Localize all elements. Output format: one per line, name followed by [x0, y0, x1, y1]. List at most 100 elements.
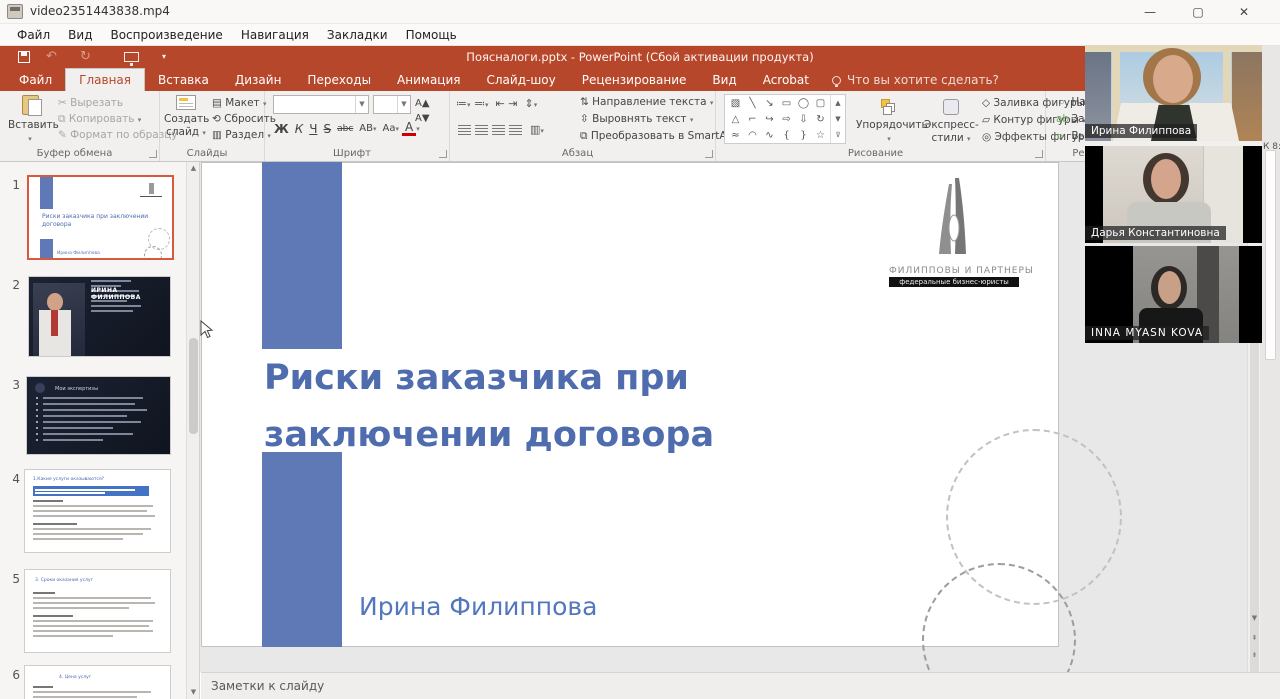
numbering-button[interactable]: ≕▾	[474, 97, 489, 110]
font-color-button[interactable]: А	[401, 121, 417, 136]
thumbnail-scrollbar[interactable]: ▲ ▼	[186, 162, 199, 699]
menu-help[interactable]: Помощь	[397, 28, 466, 42]
tab-review[interactable]: Рецензирование	[569, 69, 700, 91]
bullets-button[interactable]: ≔▾	[456, 97, 471, 110]
slide-thumbnail-2[interactable]: ИРИНА ФИЛИППОВА	[28, 276, 171, 357]
cut-button[interactable]: ✂ Вырезать	[58, 97, 123, 109]
thumb-heading: 1.Какие услуги оказываются?	[33, 477, 105, 482]
slide-accent-bar-top	[262, 162, 342, 349]
shapes-gallery-scroll[interactable]: ▲ ▼ ⊽	[830, 95, 845, 143]
slide-thumbnail-panel[interactable]: 1 Риски заказчика при заключении договора…	[0, 162, 200, 699]
bold-button[interactable]: Ж	[271, 122, 292, 136]
group-label-paragraph: Абзац	[561, 148, 594, 159]
layout-button[interactable]: ▤ Макет ▾	[212, 97, 267, 109]
underline-button[interactable]: Ч	[306, 122, 320, 136]
dialog-launcher-icon[interactable]	[439, 150, 447, 158]
slide-thumbnail-1[interactable]: Риски заказчика при заключении договора И…	[27, 175, 174, 260]
tab-home[interactable]: Главная	[65, 68, 145, 91]
decor-circle	[922, 563, 1076, 699]
minimize-button[interactable]: —	[1130, 0, 1170, 24]
paragraph-row-1: ≔▾ ≕▾ ⇤ ⇥ ⇕▾	[456, 97, 537, 110]
tab-insert[interactable]: Вставка	[145, 69, 222, 91]
grow-font-button[interactable]: А▲	[415, 98, 430, 109]
dialog-launcher-icon[interactable]	[1035, 150, 1043, 158]
menu-navigation[interactable]: Навигация	[232, 28, 318, 42]
decrease-indent-button[interactable]: ⇤	[496, 97, 505, 110]
section-button[interactable]: ▥ Раздел ▾	[212, 129, 271, 141]
player-window-title: video2351443838.mp4	[30, 4, 170, 18]
arrange-icon	[881, 99, 897, 115]
italic-button[interactable]: К	[292, 122, 307, 136]
font-name-combo[interactable]: ▼	[273, 95, 369, 114]
menu-file[interactable]: Файл	[8, 28, 59, 42]
align-text-button[interactable]: ⇳ Выровнять текст ▾	[580, 113, 693, 125]
quick-styles-button[interactable]: Экспресс-стили ▾	[924, 99, 979, 146]
player-titlebar: video2351443838.mp4 — ▢ ✕	[0, 0, 1280, 24]
clear-formatting-button[interactable]: abc	[334, 124, 356, 134]
menu-playback[interactable]: Воспроизведение	[101, 28, 231, 42]
maximize-button[interactable]: ▢	[1178, 0, 1218, 24]
tell-me-box[interactable]: Что вы хотите сделать?	[822, 69, 1009, 91]
group-label-drawing: Рисование	[847, 148, 904, 159]
thumb-title: Риски заказчика при заключении договора	[42, 213, 149, 228]
copy-button[interactable]: ⧉ Копировать ▾	[58, 113, 141, 126]
text-direction-button[interactable]: ⇅ Направление текста ▾	[580, 96, 713, 108]
current-slide[interactable]: Риски заказчика при заключении договора …	[201, 162, 1122, 699]
paste-icon	[21, 95, 42, 116]
notes-pane[interactable]: Заметки к слайду	[201, 672, 1280, 699]
thumb-heading: Мои экспертизы	[55, 386, 99, 392]
screen: video2351443838.mp4 — ▢ ✕ Файл Вид Воспр…	[0, 0, 1280, 699]
shapes-gallery[interactable]: ▧ ╲ ↘ ▭ ◯ ▢ △ ⌐ ↪ ⇨ ⇩ ↻ ≈ ◠ ∿{} ☆ ▲ ▼ ⊽	[724, 94, 846, 144]
change-case-button[interactable]: Аа▾	[380, 123, 402, 134]
align-left-icon[interactable]	[458, 124, 471, 135]
align-right-icon[interactable]	[492, 124, 505, 135]
tab-slideshow[interactable]: Слайд-шоу	[474, 69, 569, 91]
slide-thumbnail-3[interactable]: Мои экспертизы	[26, 376, 171, 455]
columns-button[interactable]: ▥▾	[530, 123, 544, 136]
notes-placeholder: Заметки к слайду	[211, 679, 325, 693]
slide-thumbnail-6[interactable]: 4. Цена услуг	[24, 665, 171, 699]
slide-number: 2	[12, 278, 20, 292]
previous-slide-button[interactable]: ⇞	[1248, 632, 1261, 645]
align-center-icon[interactable]	[475, 124, 488, 135]
scroll-up-icon[interactable]: ▲	[187, 162, 200, 175]
new-slide-button[interactable]: Создать слайд ▾	[164, 95, 209, 140]
tab-acrobat[interactable]: Acrobat	[750, 69, 822, 91]
dialog-launcher-icon[interactable]	[149, 150, 157, 158]
justify-icon[interactable]	[509, 124, 522, 135]
slide-subtitle[interactable]: Ирина Филиппова	[359, 592, 597, 621]
menu-bookmarks[interactable]: Закладки	[318, 28, 397, 42]
slide-title[interactable]: Риски заказчика при заключении договора	[264, 350, 944, 464]
tab-file[interactable]: Файл	[6, 69, 65, 91]
company-logo: ФИЛИППОВЫ И ПАРТНЕРЫ федеральные бизнес-…	[889, 176, 1033, 287]
chevron-down-icon[interactable]: ▼	[355, 96, 368, 113]
next-slide-button[interactable]: ⇟	[1248, 649, 1261, 662]
scrollbar-thumb[interactable]	[189, 338, 198, 434]
slide-thumbnail-4[interactable]: 1.Какие услуги оказываются?	[24, 469, 171, 553]
edge-scrollbar[interactable]	[1265, 150, 1276, 360]
tab-animations[interactable]: Анимация	[384, 69, 473, 91]
strikethrough-button[interactable]: S	[320, 122, 334, 136]
chevron-down-icon[interactable]: ▼	[397, 96, 410, 113]
webcam-video-1: Ирина Филиппова	[1085, 45, 1262, 141]
menu-view[interactable]: Вид	[59, 28, 101, 42]
thumb-subtitle: Ирина Филиппова	[57, 251, 100, 256]
scroll-down-icon[interactable]: ▼	[187, 686, 200, 699]
mouse-cursor	[200, 319, 214, 343]
tab-transitions[interactable]: Переходы	[294, 69, 384, 91]
tab-view[interactable]: Вид	[699, 69, 749, 91]
scroll-down-icon[interactable]: ▼	[1248, 612, 1261, 625]
shape-icons[interactable]: ▧ ╲ ↘ ▭ ◯ ▢ △ ⌐ ↪ ⇨ ⇩ ↻ ≈ ◠ ∿{} ☆	[727, 96, 829, 144]
arrange-button[interactable]: Упорядочить ▾	[856, 99, 928, 146]
tab-design[interactable]: Дизайн	[222, 69, 295, 91]
line-spacing-button[interactable]: ⇕▾	[524, 97, 537, 110]
dialog-launcher-icon[interactable]	[705, 150, 713, 158]
close-button[interactable]: ✕	[1224, 0, 1264, 24]
lightbulb-icon	[832, 75, 841, 87]
increase-indent-button[interactable]: ⇥	[508, 97, 517, 110]
paste-button[interactable]: Вставить ▾	[8, 95, 59, 146]
character-spacing-button[interactable]: АВ▾	[356, 123, 379, 134]
font-color-arrow-icon[interactable]: ▾	[416, 125, 420, 133]
slide-thumbnail-5[interactable]: 3. Сроки оказания услуг	[24, 569, 171, 653]
font-size-combo[interactable]: ▼	[373, 95, 411, 114]
